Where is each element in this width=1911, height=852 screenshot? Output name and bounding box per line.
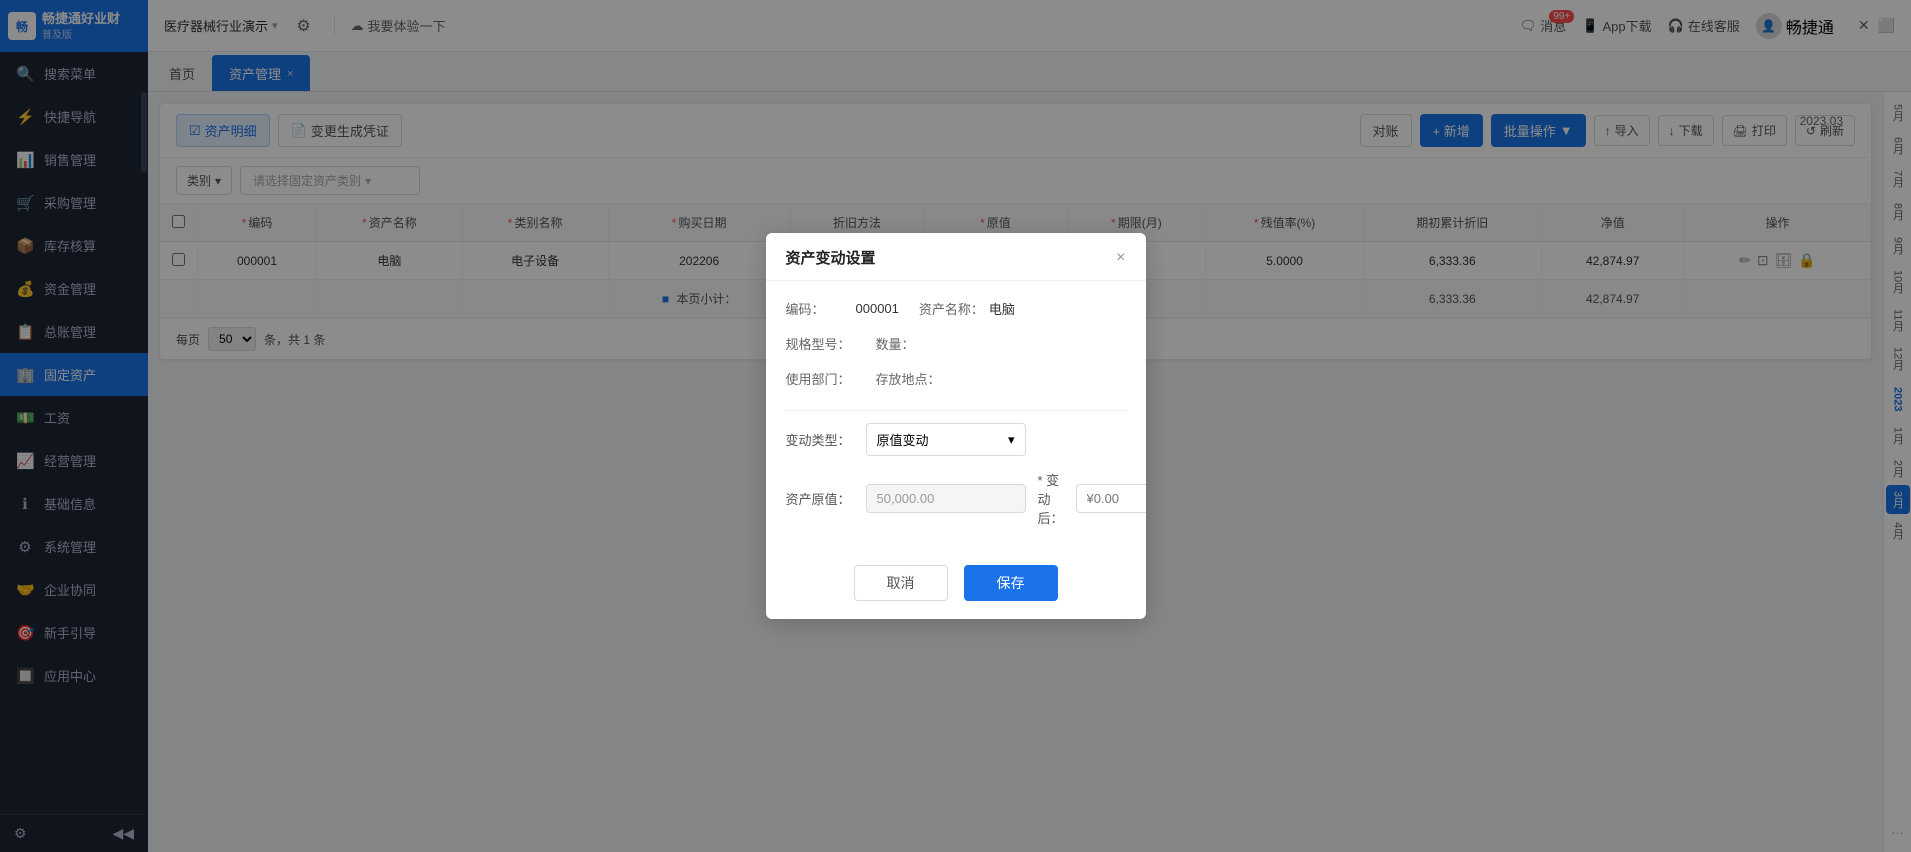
dialog-footer: 取消 保存: [766, 553, 1146, 619]
asset-name-value: 电脑: [989, 299, 1015, 318]
asset-change-dialog: 资产变动设置 × 编码： 000001 资产名称： 电脑 规格型号：: [766, 233, 1146, 619]
asset-name-label: 资产名称：: [919, 299, 989, 318]
code-label: 编码：: [786, 299, 856, 318]
dialog-body: 编码： 000001 资产名称： 电脑 规格型号： 数量：: [766, 281, 1146, 553]
dialog-info-row-3: 使用部门： 存放地点：: [786, 369, 1126, 398]
after-value-input[interactable]: [1076, 484, 1146, 513]
dialog-header: 资产变动设置 ×: [766, 233, 1146, 281]
location-label: 存放地点：: [876, 369, 946, 388]
modal-overlay: 资产变动设置 × 编码： 000001 资产名称： 电脑 规格型号：: [0, 0, 1911, 852]
dept-label: 使用部门：: [786, 369, 856, 388]
dialog-info-row-1: 编码： 000001 资产名称： 电脑: [786, 299, 1126, 328]
dialog-code-row: 编码： 000001: [786, 299, 899, 318]
dialog-dept-row: 使用部门：: [786, 369, 856, 388]
after-label: * 变动后：: [1038, 470, 1064, 527]
change-type-select[interactable]: 原值变动 ▾: [866, 423, 1026, 456]
change-type-label: 变动类型：: [786, 430, 866, 449]
quantity-label: 数量：: [876, 334, 946, 353]
dialog-value-row: 资产原值： * 变动后：: [786, 470, 1126, 527]
dialog-title: 资产变动设置: [786, 247, 876, 268]
change-type-value: 原值变动: [877, 430, 929, 449]
save-button[interactable]: 保存: [964, 565, 1058, 601]
dialog-info-row-2: 规格型号： 数量：: [786, 334, 1126, 363]
dialog-change-type-row: 变动类型： 原值变动 ▾: [786, 423, 1126, 456]
original-value-input: [866, 484, 1026, 513]
dialog-quantity-row: 数量：: [876, 334, 946, 353]
dialog-spec-row: 规格型号：: [786, 334, 856, 353]
spec-label: 规格型号：: [786, 334, 856, 353]
dialog-close-button[interactable]: ×: [1116, 249, 1125, 267]
code-value: 000001: [856, 301, 899, 316]
dialog-assetname-row: 资产名称： 电脑: [919, 299, 1015, 318]
dialog-location-row: 存放地点：: [876, 369, 946, 388]
original-value-label: 资产原值：: [786, 489, 866, 508]
dialog-divider: [786, 410, 1126, 411]
change-type-chevron-icon: ▾: [1008, 432, 1015, 448]
cancel-button[interactable]: 取消: [854, 565, 948, 601]
